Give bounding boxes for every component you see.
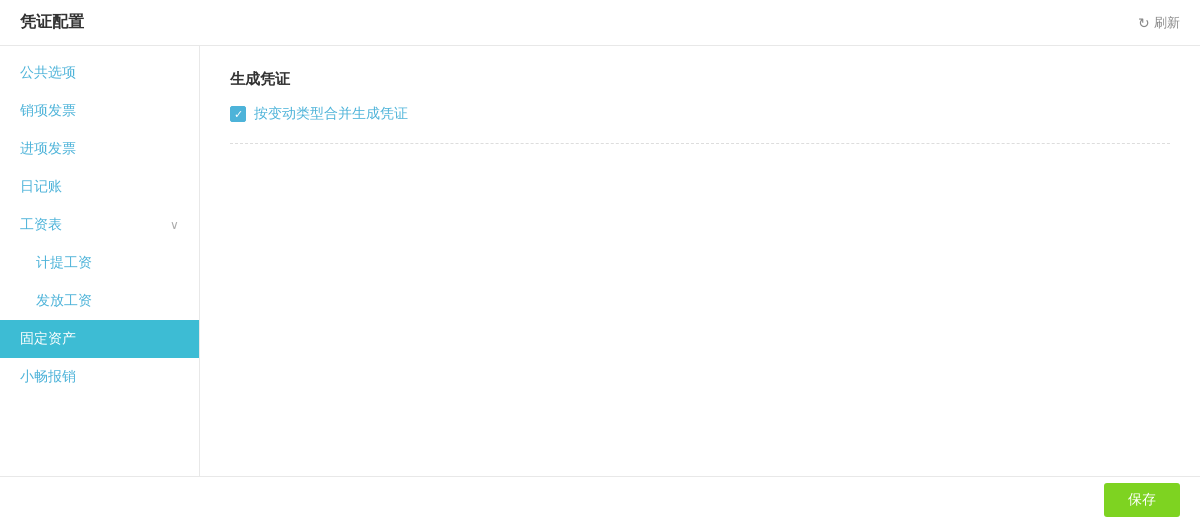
refresh-label: 刷新	[1154, 14, 1180, 32]
sidebar-item-label: 固定资产	[20, 330, 76, 348]
sidebar-item-fixed-assets[interactable]: 固定资产	[0, 320, 199, 358]
sidebar-item-public-options[interactable]: 公共选项	[0, 54, 199, 92]
page-title: 凭证配置	[20, 12, 84, 33]
sidebar-item-label: 工资表	[20, 216, 62, 234]
sidebar-item-label: 发放工资	[36, 292, 92, 310]
divider	[230, 143, 1170, 144]
sidebar-item-label: 进项发票	[20, 140, 76, 158]
sidebar-item-label: 日记账	[20, 178, 62, 196]
footer: 保存	[0, 476, 1200, 522]
check-mark-icon: ✓	[234, 109, 243, 120]
main-content: 生成凭证 ✓ 按变动类型合并生成凭证	[200, 46, 1200, 476]
sidebar-item-sales-invoice[interactable]: 销项发票	[0, 92, 199, 130]
merge-generate-checkbox[interactable]: ✓	[230, 106, 246, 122]
checkbox-row: ✓ 按变动类型合并生成凭证	[230, 105, 1170, 123]
section-title: 生成凭证	[230, 70, 1170, 89]
page-wrapper: 凭证配置 ↻ 刷新 公共选项 销项发票 进项发票 日记账 工资表 ∨	[0, 0, 1200, 522]
sidebar-item-label: 销项发票	[20, 102, 76, 120]
checkbox-label[interactable]: 按变动类型合并生成凭证	[254, 105, 408, 123]
sidebar-item-pay-salary[interactable]: 发放工资	[0, 282, 199, 320]
sidebar-item-purchase-invoice[interactable]: 进项发票	[0, 130, 199, 168]
sidebar-item-label: 计提工资	[36, 254, 92, 272]
refresh-icon: ↻	[1138, 15, 1150, 31]
chevron-down-icon: ∨	[170, 218, 179, 232]
sidebar-item-expense-report[interactable]: 小畅报销	[0, 358, 199, 396]
body: 公共选项 销项发票 进项发票 日记账 工资表 ∨ 计提工资 发放工资	[0, 46, 1200, 476]
refresh-button[interactable]: ↻ 刷新	[1138, 14, 1180, 32]
sidebar-item-label: 公共选项	[20, 64, 76, 82]
sidebar-item-payroll-table[interactable]: 工资表 ∨	[0, 206, 199, 244]
sidebar-item-journal[interactable]: 日记账	[0, 168, 199, 206]
header: 凭证配置 ↻ 刷新	[0, 0, 1200, 46]
sidebar-item-label: 小畅报销	[20, 368, 76, 386]
sidebar: 公共选项 销项发票 进项发票 日记账 工资表 ∨ 计提工资 发放工资	[0, 46, 200, 476]
save-button[interactable]: 保存	[1104, 483, 1180, 517]
sidebar-item-calculate-salary[interactable]: 计提工资	[0, 244, 199, 282]
